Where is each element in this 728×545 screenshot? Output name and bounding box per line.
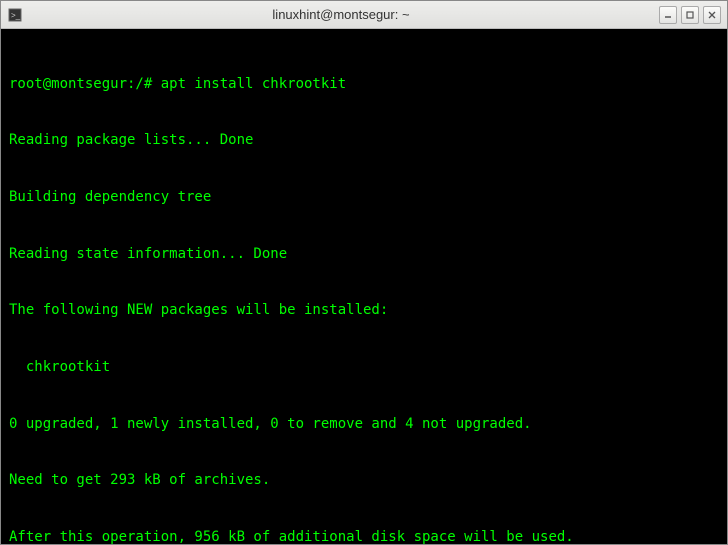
output-line: Reading package lists... Done <box>9 131 719 150</box>
output-line: Reading state information... Done <box>9 245 719 264</box>
terminal-window: >_ linuxhint@montsegur: ~ root@montsegur… <box>0 0 728 545</box>
terminal-area[interactable]: root@montsegur:/# apt install chkrootkit… <box>1 29 727 544</box>
window-buttons <box>659 6 721 24</box>
minimize-button[interactable] <box>659 6 677 24</box>
app-icon: >_ <box>7 7 23 23</box>
output-line: After this operation, 956 kB of addition… <box>9 528 719 544</box>
close-button[interactable] <box>703 6 721 24</box>
output-line: Need to get 293 kB of archives. <box>9 471 719 490</box>
window-title: linuxhint@montsegur: ~ <box>29 7 653 22</box>
svg-text:>_: >_ <box>11 11 21 20</box>
prompt: root@montsegur:/# <box>9 75 161 94</box>
titlebar[interactable]: >_ linuxhint@montsegur: ~ <box>1 1 727 29</box>
output-line: Building dependency tree <box>9 188 719 207</box>
command-text: apt install chkrootkit <box>161 75 346 94</box>
output-line: 0 upgraded, 1 newly installed, 0 to remo… <box>9 415 719 434</box>
output-line: The following NEW packages will be insta… <box>9 301 719 320</box>
maximize-button[interactable] <box>681 6 699 24</box>
command-line-1: root@montsegur:/# apt install chkrootkit <box>9 75 719 94</box>
output-line: chkrootkit <box>9 358 719 377</box>
